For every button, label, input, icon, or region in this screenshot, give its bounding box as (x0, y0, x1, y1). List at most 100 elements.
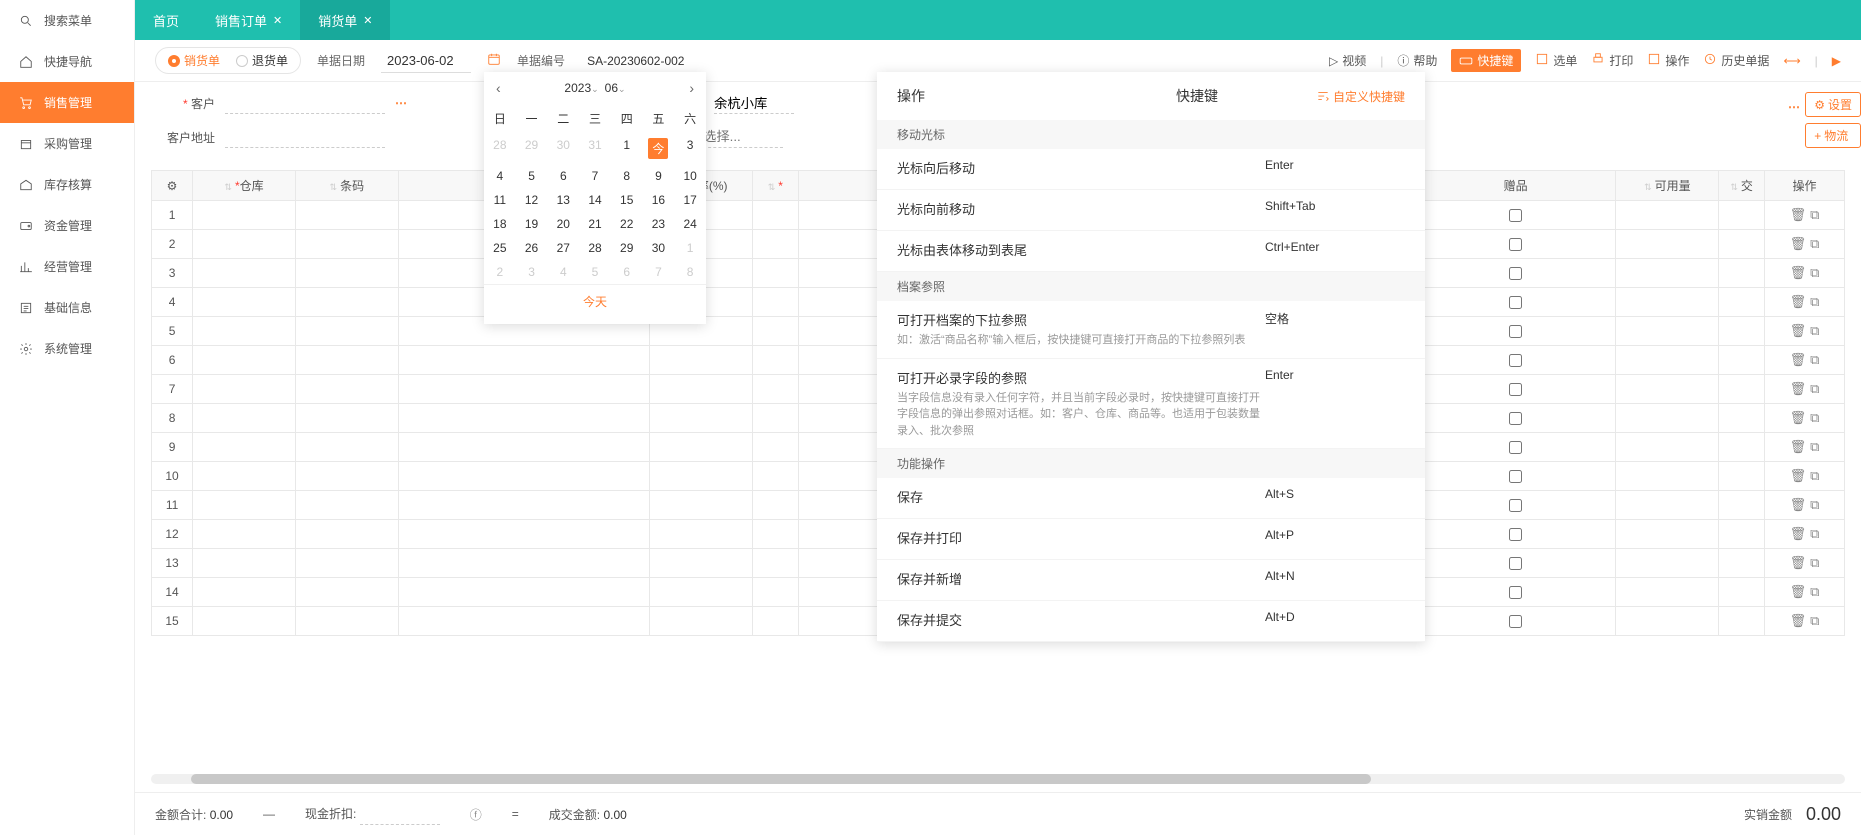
cal-day[interactable]: 4 (484, 164, 516, 188)
fx-icon[interactable]: ⓕ (470, 806, 482, 823)
delete-icon[interactable]: 🗑 (1790, 236, 1807, 251)
operate-link[interactable]: 操作 (1647, 52, 1689, 69)
tab-sales-invoice[interactable]: 销货单✕ (300, 0, 390, 40)
delete-icon[interactable]: 🗑 (1790, 265, 1807, 280)
cal-day[interactable]: 22 (611, 212, 643, 236)
delete-icon[interactable]: 🗑 (1790, 584, 1807, 599)
delete-icon[interactable]: 🗑 (1790, 294, 1807, 309)
cal-day[interactable]: 31 (579, 133, 611, 164)
cal-day[interactable]: 5 (579, 260, 611, 284)
cal-day[interactable]: 6 (547, 164, 579, 188)
cal-day[interactable]: 18 (484, 212, 516, 236)
copy-icon[interactable]: ⧉ (1810, 526, 1819, 541)
sidebar-item-finance[interactable]: 资金管理 (0, 205, 134, 246)
gift-checkbox[interactable] (1509, 412, 1522, 425)
cal-day[interactable]: 3 (674, 133, 706, 164)
video-link[interactable]: ▷视频 (1329, 52, 1366, 69)
copy-icon[interactable]: ⧉ (1810, 439, 1819, 454)
sidebar-item-purchase[interactable]: 采购管理 (0, 123, 134, 164)
gift-checkbox[interactable] (1509, 383, 1522, 396)
cal-day[interactable]: 4 (547, 260, 579, 284)
cal-day[interactable]: 1 (611, 133, 643, 164)
customer-input[interactable] (225, 92, 385, 114)
delete-icon[interactable]: 🗑 (1790, 207, 1807, 222)
cal-today-link[interactable]: 今天 (484, 284, 706, 318)
cal-day[interactable]: 27 (547, 236, 579, 260)
radio-sales[interactable]: 销货单 (168, 52, 220, 69)
more-form-icon[interactable]: ⋯ (1788, 100, 1801, 114)
cal-day[interactable]: 2 (484, 260, 516, 284)
cal-day[interactable]: 10 (674, 164, 706, 188)
cal-prev[interactable]: ‹ (496, 80, 501, 96)
print-link[interactable]: 打印 (1591, 52, 1633, 69)
tab-home[interactable]: 首页 (135, 0, 197, 40)
copy-icon[interactable]: ⧉ (1810, 265, 1819, 280)
cal-day[interactable]: 23 (643, 212, 675, 236)
sidebar-item-quicknav[interactable]: 快捷导航 (0, 41, 134, 82)
cal-day[interactable]: 今 (643, 133, 675, 164)
cal-day[interactable]: 6 (611, 260, 643, 284)
col-header[interactable]: 赠品 (1504, 179, 1528, 193)
col-header[interactable]: 条码 (340, 179, 364, 193)
cal-day[interactable]: 11 (484, 188, 516, 212)
cal-day[interactable]: 21 (579, 212, 611, 236)
cal-day[interactable]: 3 (516, 260, 548, 284)
date-input[interactable] (381, 49, 471, 73)
logistics-button[interactable]: +物流 (1805, 123, 1861, 148)
gift-checkbox[interactable] (1509, 354, 1522, 367)
cal-next[interactable]: › (689, 80, 694, 96)
cal-day[interactable]: 7 (579, 164, 611, 188)
history-link[interactable]: 历史单据 (1703, 52, 1769, 69)
delete-icon[interactable]: 🗑 (1790, 613, 1807, 628)
col-header[interactable]: 仓库 (240, 179, 264, 193)
delete-icon[interactable]: 🗑 (1790, 468, 1807, 483)
copy-icon[interactable]: ⧉ (1810, 497, 1819, 512)
sidebar-item-search[interactable]: 搜索菜单 (0, 0, 134, 41)
select-link[interactable]: 选单 (1535, 52, 1577, 69)
copy-icon[interactable]: ⧉ (1810, 207, 1819, 222)
cal-day[interactable]: 5 (516, 164, 548, 188)
gift-checkbox[interactable] (1509, 296, 1522, 309)
copy-icon[interactable]: ⧉ (1810, 613, 1819, 628)
delete-icon[interactable]: 🗑 (1790, 439, 1807, 454)
cal-day[interactable]: 24 (674, 212, 706, 236)
sidebar-item-basic[interactable]: 基础信息 (0, 287, 134, 328)
cal-month[interactable]: 06⌄ (605, 81, 626, 95)
delete-icon[interactable]: 🗑 (1790, 555, 1807, 570)
discount-input[interactable] (360, 803, 440, 825)
gift-checkbox[interactable] (1509, 267, 1522, 280)
calendar-icon[interactable] (487, 52, 501, 69)
sidebar-item-system[interactable]: 系统管理 (0, 328, 134, 369)
cal-day[interactable]: 26 (516, 236, 548, 260)
address-input[interactable] (225, 126, 385, 148)
warehouse-input[interactable] (714, 92, 794, 114)
horizontal-scrollbar[interactable] (151, 774, 1845, 784)
copy-icon[interactable]: ⧉ (1810, 468, 1819, 483)
gift-checkbox[interactable] (1509, 528, 1522, 541)
copy-icon[interactable]: ⧉ (1810, 381, 1819, 396)
tab-sales-order[interactable]: 销售订单✕ (197, 0, 300, 40)
cal-day[interactable]: 8 (674, 260, 706, 284)
cal-day[interactable]: 9 (643, 164, 675, 188)
cal-day[interactable]: 30 (547, 133, 579, 164)
delete-icon[interactable]: 🗑 (1790, 410, 1807, 425)
col-header[interactable]: 交 (1741, 179, 1753, 193)
gift-checkbox[interactable] (1509, 557, 1522, 570)
more-icon[interactable]: ⋯ (395, 96, 408, 110)
gift-checkbox[interactable] (1509, 586, 1522, 599)
gift-checkbox[interactable] (1509, 615, 1522, 628)
close-icon[interactable]: ✕ (363, 14, 372, 27)
project-input[interactable] (703, 126, 783, 148)
expand-btn[interactable]: ⟷ (1783, 54, 1800, 68)
play-btn[interactable]: ▶ (1832, 54, 1841, 68)
gift-checkbox[interactable] (1509, 441, 1522, 454)
delete-icon[interactable]: 🗑 (1790, 352, 1807, 367)
shortcut-button[interactable]: 快捷键 (1451, 49, 1521, 72)
copy-icon[interactable]: ⧉ (1810, 555, 1819, 570)
copy-icon[interactable]: ⧉ (1810, 236, 1819, 251)
cal-day[interactable]: 29 (516, 133, 548, 164)
gift-checkbox[interactable] (1509, 470, 1522, 483)
copy-icon[interactable]: ⧉ (1810, 410, 1819, 425)
copy-icon[interactable]: ⧉ (1810, 352, 1819, 367)
gear-icon[interactable]: ⚙ (167, 179, 178, 193)
